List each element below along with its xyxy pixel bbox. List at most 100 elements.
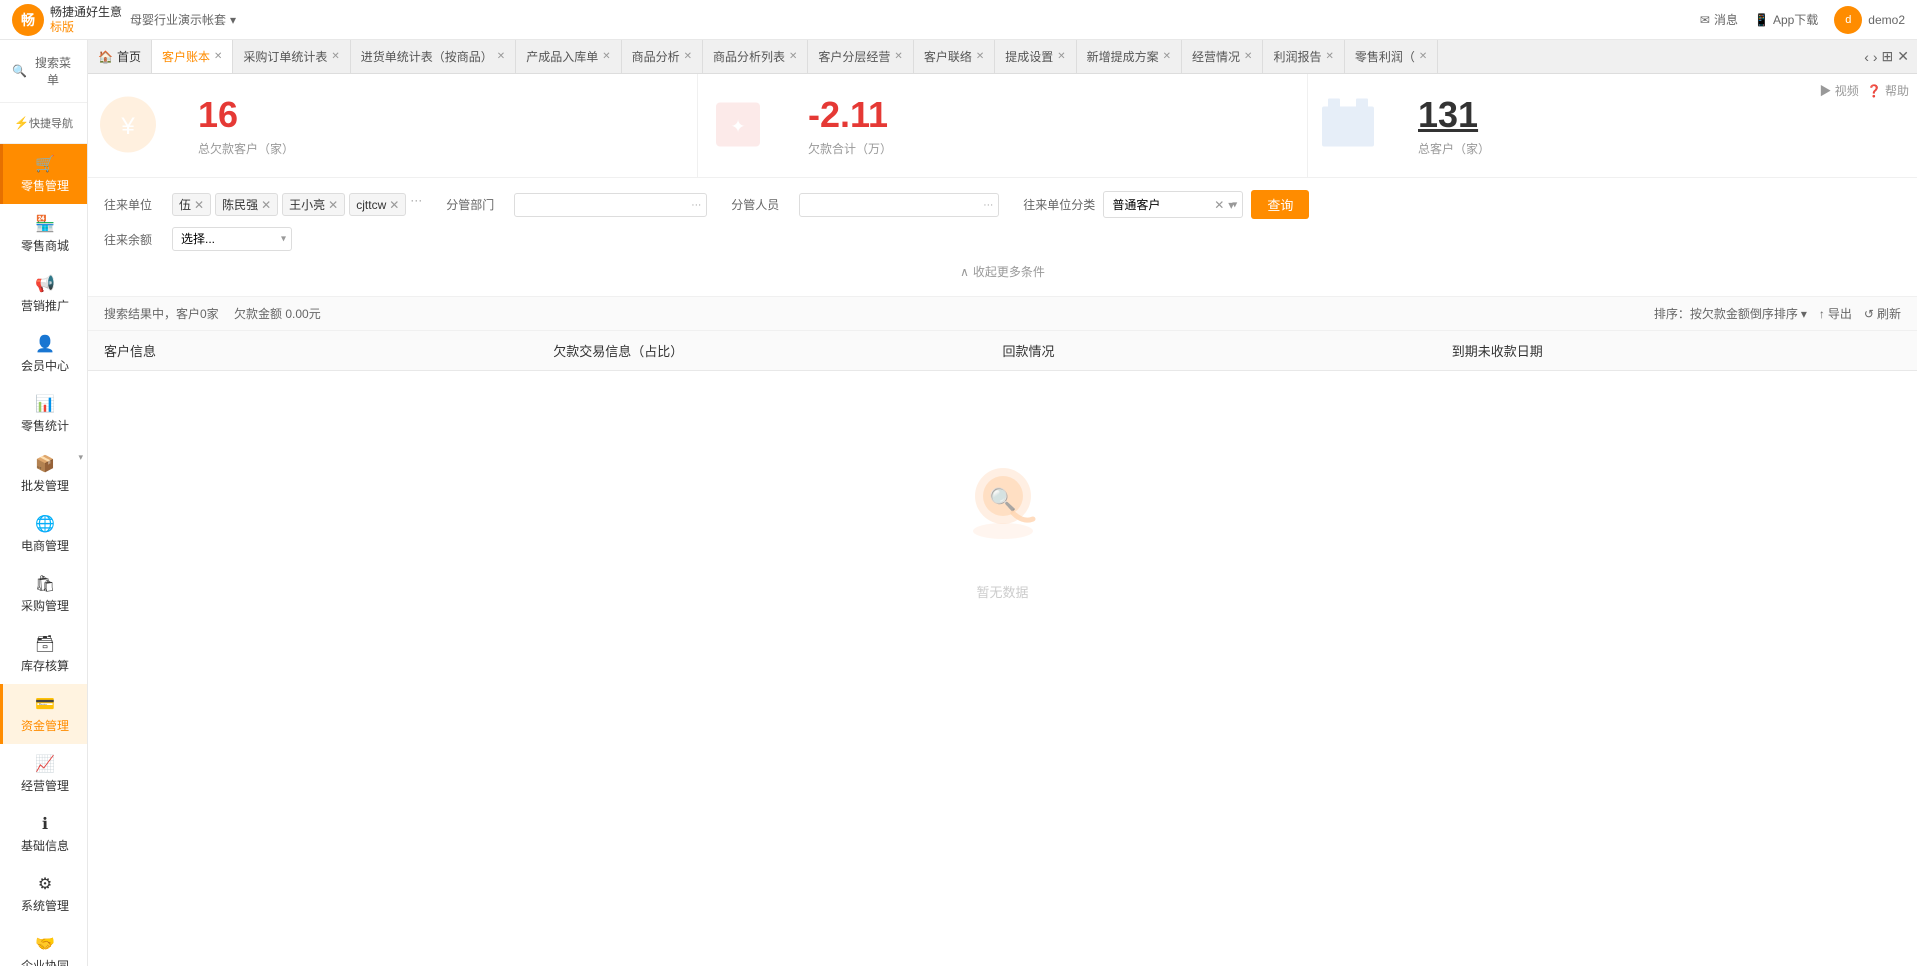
sidebar-item-retail-shop[interactable]: 🏪 零售商城 xyxy=(0,204,87,264)
empty-text: 暂无数据 xyxy=(976,582,1028,601)
sidebar-item-member[interactable]: 👤 会员中心 xyxy=(0,324,87,384)
tab-product-analysis[interactable]: 商品分析 ✕ xyxy=(622,40,703,74)
tab-close-icon[interactable]: ✕ xyxy=(1419,51,1427,62)
app-download-btn[interactable]: 📱 App下载 xyxy=(1754,11,1818,28)
customers-label: 总欠款客户（家） xyxy=(198,140,294,157)
tab-customer-contact[interactable]: 客户联络 ✕ xyxy=(914,40,995,74)
filter-more-tags[interactable]: ··· xyxy=(410,193,422,216)
summary-card-debt: ✦ -2.11 欠款合计（万） xyxy=(698,74,1308,177)
empty-illustration: 🔍 xyxy=(953,451,1053,570)
filter-unit-tags: 伍 ✕ 陈民强 ✕ 王小亮 ✕ cjttcw ✕ xyxy=(172,193,422,216)
sidebar-search[interactable]: 🔍 搜索菜单 xyxy=(0,40,87,103)
remove-tag-cjttcw[interactable]: ✕ xyxy=(389,198,399,212)
sidebar-item-wholesale[interactable]: 📦 批发管理 ▾ xyxy=(0,444,87,504)
filter-person-label: 分管人员 xyxy=(731,196,791,213)
tab-profit-report[interactable]: 利润报告 ✕ xyxy=(1263,40,1344,74)
sidebar-item-purchase[interactable]: 🛍 采购管理 xyxy=(0,564,87,624)
refresh-button[interactable]: ↺ 刷新 xyxy=(1864,305,1901,322)
tab-close-icon[interactable]: ✕ xyxy=(789,51,797,62)
search-menu-button[interactable]: 🔍 搜索菜单 xyxy=(8,50,79,92)
tab-new-raise[interactable]: 新增提成方案 ✕ xyxy=(1077,40,1182,74)
filter-dept-more-icon[interactable]: ··· xyxy=(691,199,701,210)
collapse-button[interactable]: ∧ 收起更多条件 xyxy=(104,259,1901,284)
tab-close-icon[interactable]: ✕ xyxy=(497,51,505,62)
tab-purchase-order-stats[interactable]: 采购订单统计表 ✕ xyxy=(233,40,350,74)
sidebar-item-ecommerce[interactable]: 🌐 电商管理 xyxy=(0,504,87,564)
filter-tag-cjttcw[interactable]: cjttcw ✕ xyxy=(349,193,406,216)
content-area: 🏠 首页 客户账本 ✕ 采购订单统计表 ✕ 进货单统计表（按商品） ✕ 产成品入… xyxy=(88,40,1917,966)
tab-close-icon[interactable]: ✕ xyxy=(894,51,902,62)
tab-product-analysis-list[interactable]: 商品分析列表 ✕ xyxy=(703,40,808,74)
query-button[interactable]: 查询 xyxy=(1251,190,1309,219)
tab-close-icon[interactable]: ✕ xyxy=(602,51,610,62)
results-summary: 搜索结果中，客户0家 欠款金额 0.00元 xyxy=(104,305,321,322)
tabs-actions: ‹ › ⊞ ✕ xyxy=(1856,48,1917,65)
home-icon: 🏠 xyxy=(98,50,113,64)
tab-operation-status[interactable]: 经营情况 ✕ xyxy=(1182,40,1263,74)
remove-tag-wu[interactable]: ✕ xyxy=(194,198,204,212)
logo-text: 畅捷通好生意 标版 xyxy=(50,5,122,34)
filter-tag-chen[interactable]: 陈民强 ✕ xyxy=(215,193,278,216)
tabs-more-icon[interactable]: ⊞ xyxy=(1882,48,1894,65)
ecommerce-icon: 🌐 xyxy=(35,514,55,534)
export-button[interactable]: ↑ 导出 xyxy=(1819,305,1852,322)
filter-balance-select[interactable]: 选择... xyxy=(172,227,292,251)
help-btn[interactable]: ❓ 帮助 xyxy=(1867,82,1909,99)
sidebar-item-finance[interactable]: 💳 资金管理 xyxy=(0,684,87,744)
tab-home[interactable]: 🏠 首页 xyxy=(88,40,152,74)
filter-tag-wu[interactable]: 伍 ✕ xyxy=(172,193,211,216)
tab-close-icon[interactable]: ✕ xyxy=(214,51,222,62)
filter-person-wrapper: ··· xyxy=(799,193,999,217)
filter-balance-label: 往来余额 xyxy=(104,231,164,248)
tabs-close-all-icon[interactable]: ✕ xyxy=(1897,48,1909,65)
sidebar-item-retail-stats[interactable]: 📊 零售统计 xyxy=(0,384,87,444)
tab-close-icon[interactable]: ✕ xyxy=(331,51,339,62)
quick-nav-item[interactable]: ⚡ 快捷导航 xyxy=(0,107,87,139)
tab-raise-settings[interactable]: 提成设置 ✕ xyxy=(995,40,1076,74)
user-menu[interactable]: d demo2 xyxy=(1834,6,1905,34)
unit-class-remove-icon[interactable]: ✕ xyxy=(1214,198,1224,212)
sidebar-item-marketing[interactable]: 📢 营销推广 xyxy=(0,264,87,324)
filter-tag-wang[interactable]: 王小亮 ✕ xyxy=(282,193,345,216)
tab-product-inbound[interactable]: 产成品入库单 ✕ xyxy=(516,40,621,74)
tab-close-icon[interactable]: ✕ xyxy=(1244,51,1252,62)
member-icon: 👤 xyxy=(35,334,55,354)
tab-inbound-stats[interactable]: 进货单统计表（按商品） ✕ xyxy=(351,40,516,74)
sort-selector[interactable]: 排序：按欠款金额倒序排序 ▾ xyxy=(1654,305,1807,322)
workspace-selector[interactable]: 母婴行业演示帐套 ▾ xyxy=(130,11,236,28)
sidebar-item-operation[interactable]: 📈 经营管理 xyxy=(0,744,87,804)
sidebar-item-retail-mgmt[interactable]: 🛒 零售管理 xyxy=(0,144,87,204)
tab-retail-profit[interactable]: 零售利润（ ✕ xyxy=(1345,40,1438,74)
filter-person-more-icon[interactable]: ··· xyxy=(983,199,993,210)
tab-customer-segment[interactable]: 客户分层经营 ✕ xyxy=(808,40,913,74)
logo-icon: 畅 xyxy=(12,4,44,36)
remove-tag-wang[interactable]: ✕ xyxy=(328,198,338,212)
col-due-date: 到期未收款日期 xyxy=(1452,341,1901,360)
finance-icon: 💳 xyxy=(35,694,55,714)
tab-customer-book[interactable]: 客户账本 ✕ xyxy=(152,40,233,74)
filter-unit-class-wrapper: 普通客户 ✕ ▾ xyxy=(1103,191,1243,218)
filter-person-input[interactable] xyxy=(799,193,999,217)
tabs-next-icon[interactable]: › xyxy=(1873,49,1878,65)
tab-close-icon[interactable]: ✕ xyxy=(1325,51,1333,62)
operation-icon: 📈 xyxy=(35,754,55,774)
tab-close-icon[interactable]: ✕ xyxy=(976,51,984,62)
sidebar-item-basic-info[interactable]: ℹ 基础信息 xyxy=(0,804,87,864)
wholesale-icon: 📦 xyxy=(35,454,55,474)
retail-mgmt-icon: 🛒 xyxy=(35,154,55,174)
tabs-prev-icon[interactable]: ‹ xyxy=(1864,49,1869,65)
sidebar-item-inventory[interactable]: 🗃 库存核算 xyxy=(0,624,87,684)
col-customer-info: 客户信息 xyxy=(104,341,553,360)
tab-close-icon[interactable]: ✕ xyxy=(684,51,692,62)
remove-tag-chen[interactable]: ✕ xyxy=(261,198,271,212)
logo-area: 畅 畅捷通好生意 标版 xyxy=(12,4,122,36)
tab-close-icon[interactable]: ✕ xyxy=(1163,51,1171,62)
filter-unit-class-select[interactable]: 普通客户 ✕ ▾ xyxy=(1103,191,1243,218)
message-btn[interactable]: ✉ 消息 xyxy=(1700,11,1738,28)
tab-close-icon[interactable]: ✕ xyxy=(1057,51,1065,62)
filter-dept-input[interactable] xyxy=(514,193,707,217)
svg-text:¥: ¥ xyxy=(120,112,135,139)
video-btn[interactable]: ▶ 视频 xyxy=(1819,82,1858,99)
sidebar-item-enterprise[interactable]: 🤝 企业协同 xyxy=(0,924,87,966)
sidebar-item-system[interactable]: ⚙ 系统管理 xyxy=(0,864,87,924)
